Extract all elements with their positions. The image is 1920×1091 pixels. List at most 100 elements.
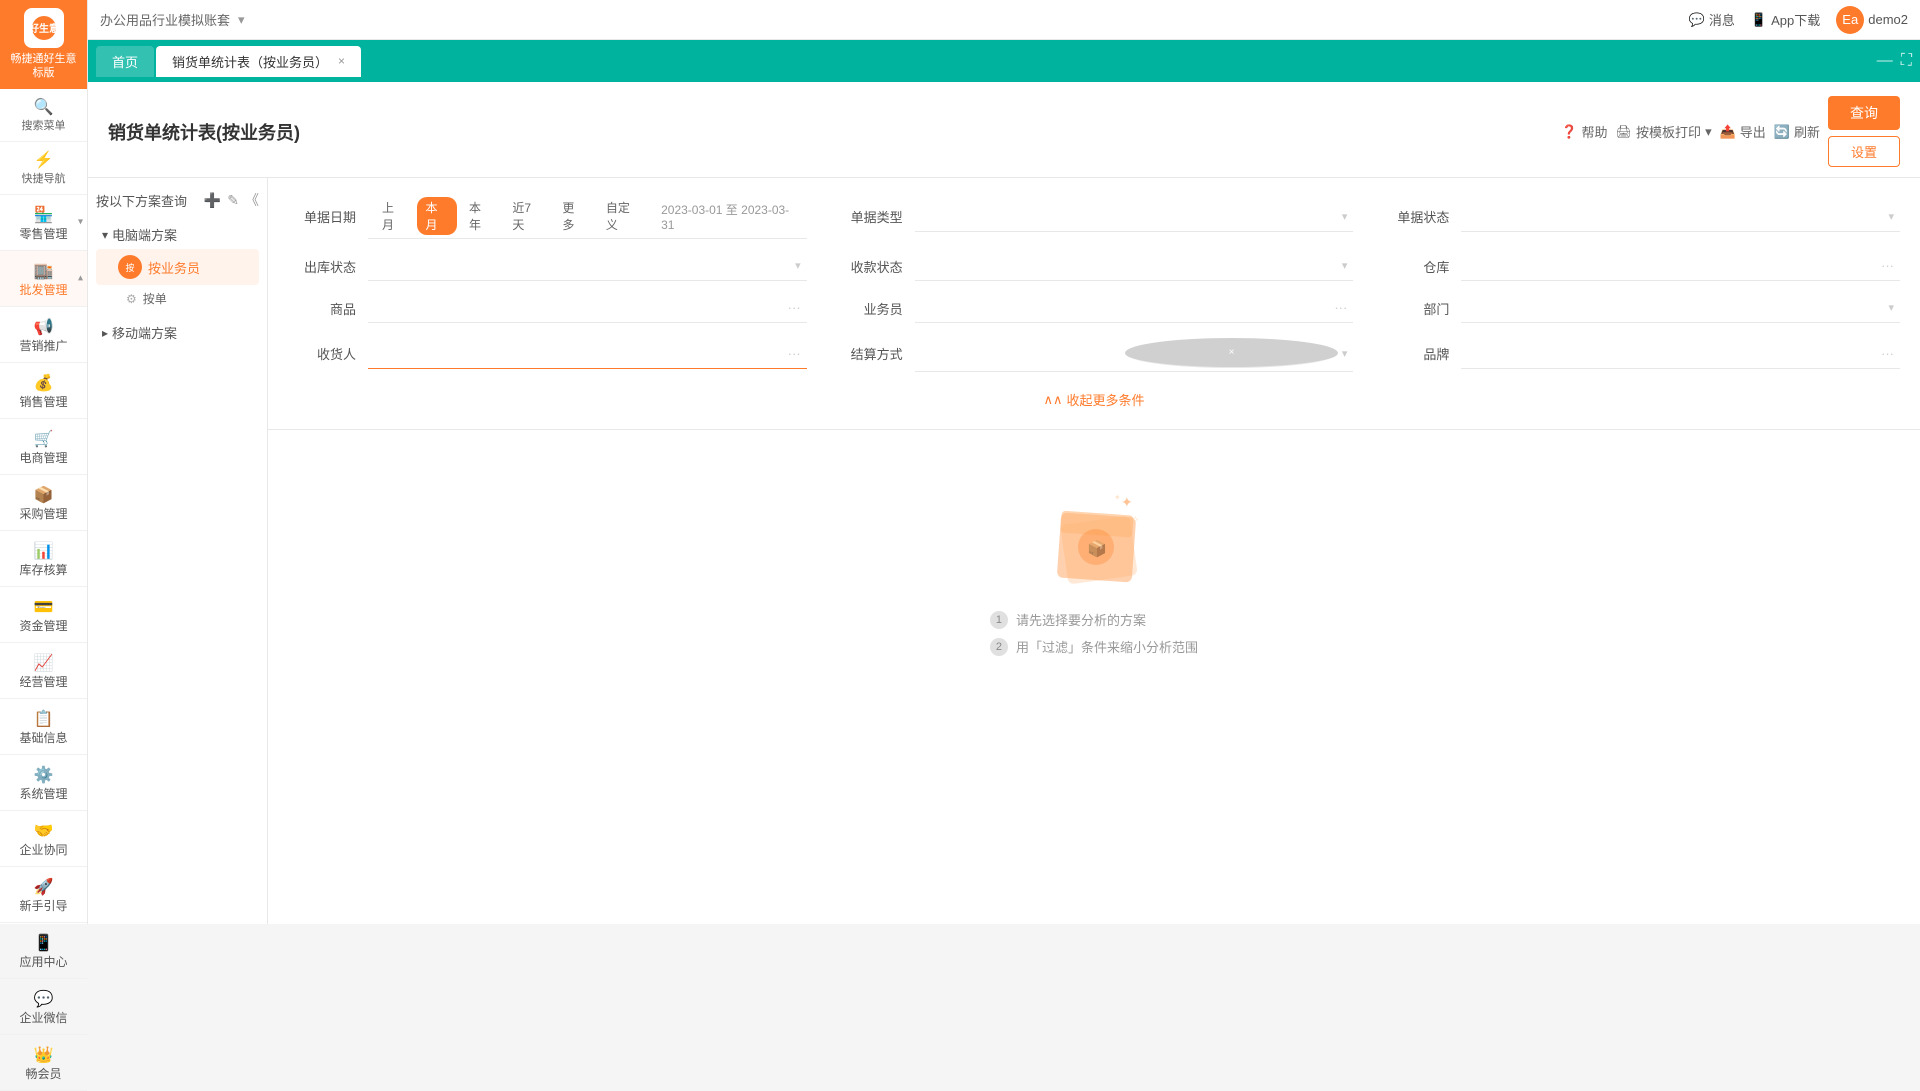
schema-sub-item-label: 按单 [143,290,167,307]
search-icon: 🔍 [34,97,54,117]
sidebar-item-finance[interactable]: 💳 资金管理 [0,587,87,643]
brand-dots-icon[interactable]: ··· [1881,346,1894,361]
date-tab-7days[interactable]: 近7天 [504,197,550,235]
date-tab-thismonth[interactable]: 本月 [417,197,456,235]
retail-icon: 🏪 [34,205,54,225]
sidebar-item-purchase[interactable]: 📦 采购管理 [0,475,87,531]
sidebar-item-member[interactable]: 👑 畅会员 [0,1035,87,1091]
sidebar-logo[interactable]: 好生意 畅捷通好生意 标版 [0,0,87,89]
appcenter-icon: 📱 [34,933,54,953]
tab-close-icon[interactable]: × [338,54,345,68]
date-range-display: 2023-03-01 至 2023-03-31 [661,201,801,232]
doctype-dropdown-icon[interactable]: ▾ [1342,210,1348,223]
quicknav-label: 快捷导航 [22,170,66,186]
sidebar-item-newuser[interactable]: 🚀 新手引导 [0,867,87,923]
tabbar: 首页 销货单统计表（按业务员） × — ⛶ [88,40,1920,82]
left-panel-actions: ➕ ✎ 《 [204,190,259,210]
user-profile-btn[interactable]: Ea demo2 [1836,6,1908,34]
sidebar-item-retail[interactable]: 🏪 零售管理 ▾ [0,195,87,251]
marketing-label: 营销推广 [19,337,67,354]
settings-button[interactable]: 设置 [1828,136,1900,167]
tab-minimize-icon[interactable]: — [1877,52,1893,70]
sidebar-item-ecommerce[interactable]: 🛒 电商管理 [0,419,87,475]
sidebar-item-appcenter[interactable]: 📱 应用中心 [0,923,87,979]
sidebar-item-basics[interactable]: 📋 基础信息 [0,699,87,755]
dept-dropdown-icon[interactable]: ▾ [1888,301,1894,314]
sales-stats-tab-label: 销货单统计表（按业务员） [172,52,328,71]
print-label: 按模板打印 [1636,122,1701,141]
export-label: 导出 [1740,122,1766,141]
schema-item-by-salesperson[interactable]: 按 按业务员 [96,249,259,285]
print-icon: 🖨 [1616,124,1633,140]
outstatus-control: ▾ [368,251,807,281]
desktop-group-header[interactable]: ▾ 电脑端方案 [96,220,259,249]
tab-expand-icon[interactable]: ⛶ [1901,52,1912,70]
inventory-icon: 📊 [34,541,54,561]
empty-state: ✦ ✧ ✦ 📦 1 [288,430,1900,716]
edit-schema-icon[interactable]: ✎ [227,192,239,209]
app-download-btn[interactable]: 📱 App下载 [1751,10,1820,29]
query-button[interactable]: 查询 [1828,96,1900,130]
empty-hint-2: 2 用「过滤」条件来缩小分析范围 [990,637,1198,656]
sidebar-item-marketing[interactable]: 📢 营销推广 [0,307,87,363]
collapse-panel-icon[interactable]: 《 [245,190,259,210]
doctype-control: ▾ [915,202,1354,232]
inventory-label: 库存核算 [19,561,67,578]
product-dots-icon[interactable]: ··· [788,300,801,315]
sidebar-item-sales[interactable]: 💰 销售管理 [0,363,87,419]
print-btn[interactable]: 🖨 按模板打印 ▾ [1616,122,1712,141]
messages-label: 消息 [1709,10,1735,29]
desktop-expand-icon: ▾ [102,228,108,242]
refresh-btn[interactable]: 🔄 刷新 [1774,122,1820,141]
salesperson-dots-icon[interactable]: ··· [1334,300,1347,315]
dept-label: 部门 [1381,299,1449,318]
sidebar-item-operations[interactable]: 📈 经营管理 [0,643,87,699]
purchase-icon: 📦 [34,485,54,505]
mobile-group-header[interactable]: ▸ 移动端方案 [96,318,259,347]
messages-btn[interactable]: 💬 消息 [1689,10,1735,29]
date-tab-thisyear[interactable]: 本年 [461,197,500,235]
consignee-label: 收货人 [288,344,356,363]
help-icon: ❓ [1561,124,1577,140]
help-btn[interactable]: ❓ 帮助 [1561,122,1607,141]
sidebar-search-menu[interactable]: 🔍 搜索菜单 [0,89,87,142]
settlement-clear-btn[interactable]: × [1125,338,1338,368]
collapse-more-btn[interactable]: ∧∧ 收起更多条件 [288,384,1900,419]
sidebar-item-wholesale[interactable]: 🏬 批发管理 ▴ [0,251,87,307]
docstatus-dropdown-icon[interactable]: ▾ [1888,210,1894,223]
docstatus-control: ▾ [1461,202,1900,232]
newuser-icon: 🚀 [34,877,54,897]
doctype-label: 单据类型 [835,207,903,226]
corpwechat-label: 企业微信 [19,1009,67,1026]
tab-sales-stats[interactable]: 销货单统计表（按业务员） × [156,46,361,77]
tab-home[interactable]: 首页 [96,46,154,77]
export-btn[interactable]: 📤 导出 [1720,122,1766,141]
consignee-dots-icon[interactable]: ··· [788,346,801,361]
filter-row-4: 收货人 ··· 结算方式 × ▾ 品牌 [288,335,1900,372]
wholesale-arrow-icon: ▴ [78,273,83,284]
settlement-dropdown-icon[interactable]: ▾ [1342,347,1348,360]
page-content: 销货单统计表(按业务员) ❓ 帮助 🖨 按模板打印 ▾ 📤 导出 [88,82,1920,924]
download-icon: 📱 [1751,12,1767,28]
print-dropdown-icon[interactable]: ▾ [1705,124,1712,140]
page-inner: 销货单统计表(按业务员) ❓ 帮助 🖨 按模板打印 ▾ 📤 导出 [88,82,1920,924]
recvstatus-dropdown-icon[interactable]: ▾ [1342,259,1348,272]
sidebar-item-corpwechat[interactable]: 💬 企业微信 [0,979,87,1035]
sub-item-icon: ⚙ [126,292,137,306]
warehouse-dots-icon[interactable]: ··· [1881,258,1894,273]
topbar-dropdown-icon[interactable]: ▾ [238,12,245,28]
sidebar-item-enterprise[interactable]: 🤝 企业协同 [0,811,87,867]
outstatus-dropdown-icon[interactable]: ▾ [795,259,801,272]
date-tab-more[interactable]: 更多 [554,197,593,235]
sidebar-item-system[interactable]: ⚙️ 系统管理 [0,755,87,811]
enterprise-label: 企业协同 [19,841,67,858]
schema-sub-item-by-order[interactable]: ⚙ 按单 [96,285,259,312]
hint-2-num: 2 [990,638,1008,656]
sidebar-item-inventory[interactable]: 📊 库存核算 [0,531,87,587]
date-tab-lastmonth[interactable]: 上月 [374,197,413,235]
add-schema-icon[interactable]: ➕ [204,192,221,209]
date-tab-custom[interactable]: 自定义 [598,197,649,235]
page-title: 销货单统计表(按业务员) [108,119,300,145]
content-area: 按以下方案查询 ➕ ✎ 《 ▾ 电脑端方案 [88,178,1920,924]
sidebar-quicknav[interactable]: ⚡ 快捷导航 [0,142,87,195]
